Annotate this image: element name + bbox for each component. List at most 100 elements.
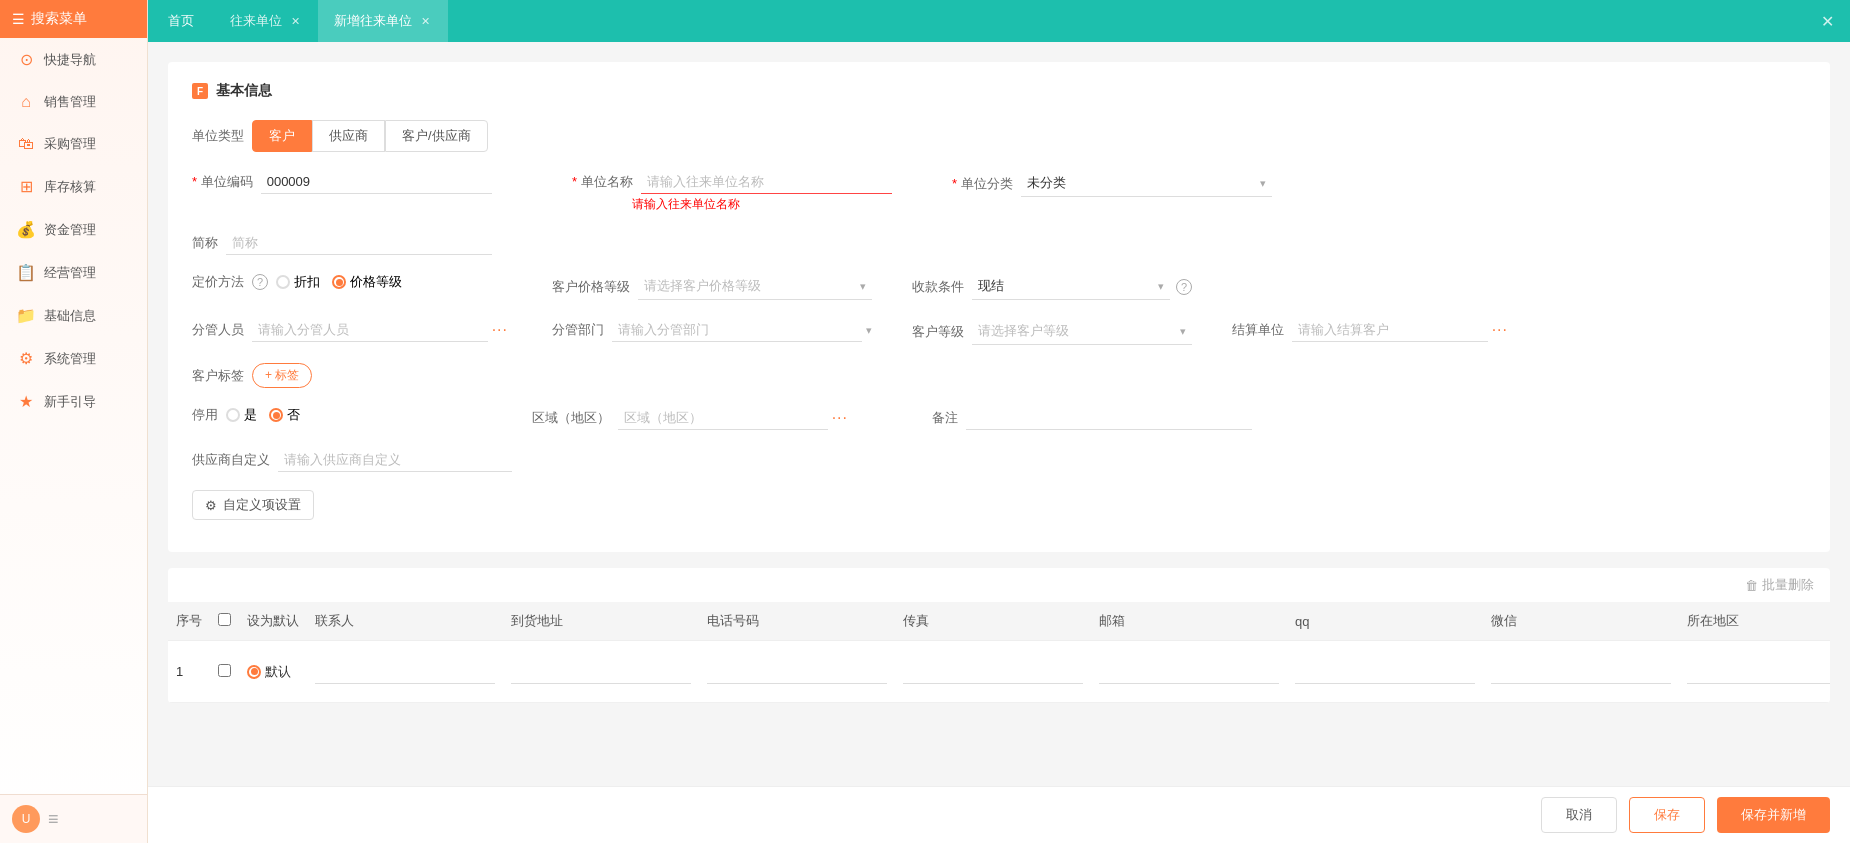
department-input[interactable] — [612, 318, 862, 342]
unit-code-input[interactable] — [261, 170, 492, 194]
radio-discount[interactable]: 折扣 — [276, 273, 320, 291]
col-address: 到货地址 — [503, 602, 699, 641]
chevron-down-icon: ▾ — [1260, 177, 1266, 190]
disable-label: 停用 — [192, 406, 218, 424]
manager-input[interactable] — [252, 318, 488, 342]
type-btn-both[interactable]: 客户/供应商 — [385, 120, 488, 152]
sidebar-item-sales[interactable]: ⌂ 销售管理 — [0, 81, 147, 123]
radio-price-level[interactable]: 价格等级 — [332, 273, 402, 291]
unit-category-select[interactable]: 未分类 ▾ — [1021, 170, 1272, 197]
save-new-button[interactable]: 保存并新增 — [1717, 797, 1830, 833]
customer-price-placeholder: 请选择客户价格等级 — [644, 277, 856, 295]
col-no: 序号 — [168, 602, 210, 641]
custom-settings-label: 自定义项设置 — [223, 496, 301, 514]
unit-type-label: 单位类型 — [192, 127, 244, 145]
sidebar-search[interactable]: ☰ 搜索菜单 — [0, 0, 147, 38]
section-title-text: 基本信息 — [216, 82, 272, 100]
sidebar-item-label: 资金管理 — [44, 221, 96, 239]
col-qq: qq — [1287, 602, 1483, 641]
settlement-input[interactable] — [1292, 318, 1488, 342]
tab-new-partner-close[interactable]: ✕ — [418, 14, 432, 28]
region-table-input[interactable] — [1687, 660, 1830, 684]
save-button[interactable]: 保存 — [1629, 797, 1705, 833]
col-checkbox — [210, 602, 239, 641]
radio-price-level-label: 价格等级 — [350, 273, 402, 291]
add-tag-button[interactable]: + 标签 — [252, 363, 312, 388]
cancel-button[interactable]: 取消 — [1541, 797, 1617, 833]
radio-yes-circle — [226, 408, 240, 422]
unit-name-input[interactable] — [641, 170, 892, 194]
region-field: 区域（地区） ··· — [532, 406, 852, 430]
pricing-help-icon[interactable]: ? — [252, 274, 268, 290]
col-wechat: 微信 — [1483, 602, 1679, 641]
select-all-checkbox[interactable] — [218, 613, 231, 626]
pricing-row: 定价方法 ? 折扣 价格等级 客户价格等级 — [192, 273, 1806, 300]
radio-disable-yes[interactable]: 是 — [226, 406, 257, 424]
payment-select[interactable]: 现结 ▾ — [972, 273, 1170, 300]
sidebar-item-operations[interactable]: 📋 经营管理 — [0, 251, 147, 294]
cell-wechat[interactable] — [1483, 641, 1679, 703]
operations-icon: 📋 — [16, 263, 36, 282]
cell-email[interactable] — [1091, 641, 1287, 703]
sidebar-item-system[interactable]: ⚙ 系统管理 — [0, 337, 147, 380]
phone-input[interactable] — [707, 660, 887, 684]
cell-fax[interactable] — [895, 641, 1091, 703]
settlement-more-button[interactable]: ··· — [1488, 321, 1512, 339]
batch-delete-button[interactable]: 🗑 批量删除 — [1745, 576, 1814, 594]
supplier-custom-label: 供应商自定义 — [192, 451, 270, 469]
new-guide-icon: ★ — [16, 392, 36, 411]
contact-input[interactable] — [315, 660, 495, 684]
unit-type-button-group: 客户 供应商 客户/供应商 — [252, 120, 488, 152]
tab-new-partner[interactable]: 新增往来单位 ✕ — [318, 0, 448, 42]
sidebar-item-inventory[interactable]: ⊞ 库存核算 — [0, 165, 147, 208]
remark-input[interactable] — [966, 406, 1252, 430]
short-name-row: 简称 — [192, 231, 1806, 255]
row-checkbox[interactable] — [218, 664, 231, 677]
cell-qq[interactable] — [1287, 641, 1483, 703]
sidebar-item-new-guide[interactable]: ★ 新手引导 — [0, 380, 147, 423]
unit-category-field: 单位分类 未分类 ▾ — [952, 170, 1272, 197]
tab-partner-close[interactable]: ✕ — [288, 14, 302, 28]
type-btn-customer[interactable]: 客户 — [252, 120, 312, 152]
sidebar-item-label: 销售管理 — [44, 93, 96, 111]
sidebar-item-quick-nav[interactable]: ⊙ 快捷导航 — [0, 38, 147, 81]
cell-default[interactable]: 默认 — [239, 641, 307, 703]
tab-home[interactable]: 首页 — [148, 0, 214, 42]
sidebar-item-basic-info[interactable]: 📁 基础信息 — [0, 294, 147, 337]
sidebar-item-purchase[interactable]: 🛍 采购管理 — [0, 123, 147, 165]
cell-contact[interactable] — [307, 641, 503, 703]
sidebar-item-finance[interactable]: 💰 资金管理 — [0, 208, 147, 251]
short-name-input[interactable] — [226, 231, 492, 255]
sidebar-item-label: 经营管理 — [44, 264, 96, 282]
radio-yes-label: 是 — [244, 406, 257, 424]
cell-address[interactable] — [503, 641, 699, 703]
type-btn-supplier[interactable]: 供应商 — [312, 120, 385, 152]
region-more-button[interactable]: ··· — [828, 409, 852, 427]
department-chevron-icon: ▾ — [866, 324, 872, 337]
address-input[interactable] — [511, 660, 691, 684]
customer-price-select[interactable]: 请选择客户价格等级 ▾ — [638, 273, 872, 300]
radio-disable-no[interactable]: 否 — [269, 406, 300, 424]
close-all-tabs-button[interactable]: ✕ — [1805, 12, 1850, 31]
tab-bar: 首页 往来单位 ✕ 新增往来单位 ✕ ✕ — [148, 0, 1850, 42]
manager-label: 分管人员 — [192, 321, 244, 339]
wechat-input[interactable] — [1491, 660, 1671, 684]
custom-settings-button[interactable]: ⚙ 自定义项设置 — [192, 490, 314, 520]
disable-row: 停用 是 否 区域（地区） — [192, 406, 1806, 430]
radio-discount-label: 折扣 — [294, 273, 320, 291]
region-input[interactable] — [618, 406, 828, 430]
cell-region[interactable] — [1679, 641, 1830, 703]
qq-input[interactable] — [1295, 660, 1475, 684]
radio-default[interactable]: 默认 — [247, 663, 299, 681]
supplier-custom-input[interactable] — [278, 448, 512, 472]
manager-more-button[interactable]: ··· — [488, 321, 512, 339]
cell-phone[interactable] — [699, 641, 895, 703]
batch-delete-label: 批量删除 — [1762, 576, 1814, 594]
fax-input[interactable] — [903, 660, 1083, 684]
email-input[interactable] — [1099, 660, 1279, 684]
payment-help-icon[interactable]: ? — [1176, 279, 1192, 295]
tab-partner[interactable]: 往来单位 ✕ — [214, 0, 318, 42]
radio-default-label: 默认 — [265, 663, 291, 681]
customer-level-select[interactable]: 请选择客户等级 ▾ — [972, 318, 1192, 345]
radio-price-level-circle — [332, 275, 346, 289]
